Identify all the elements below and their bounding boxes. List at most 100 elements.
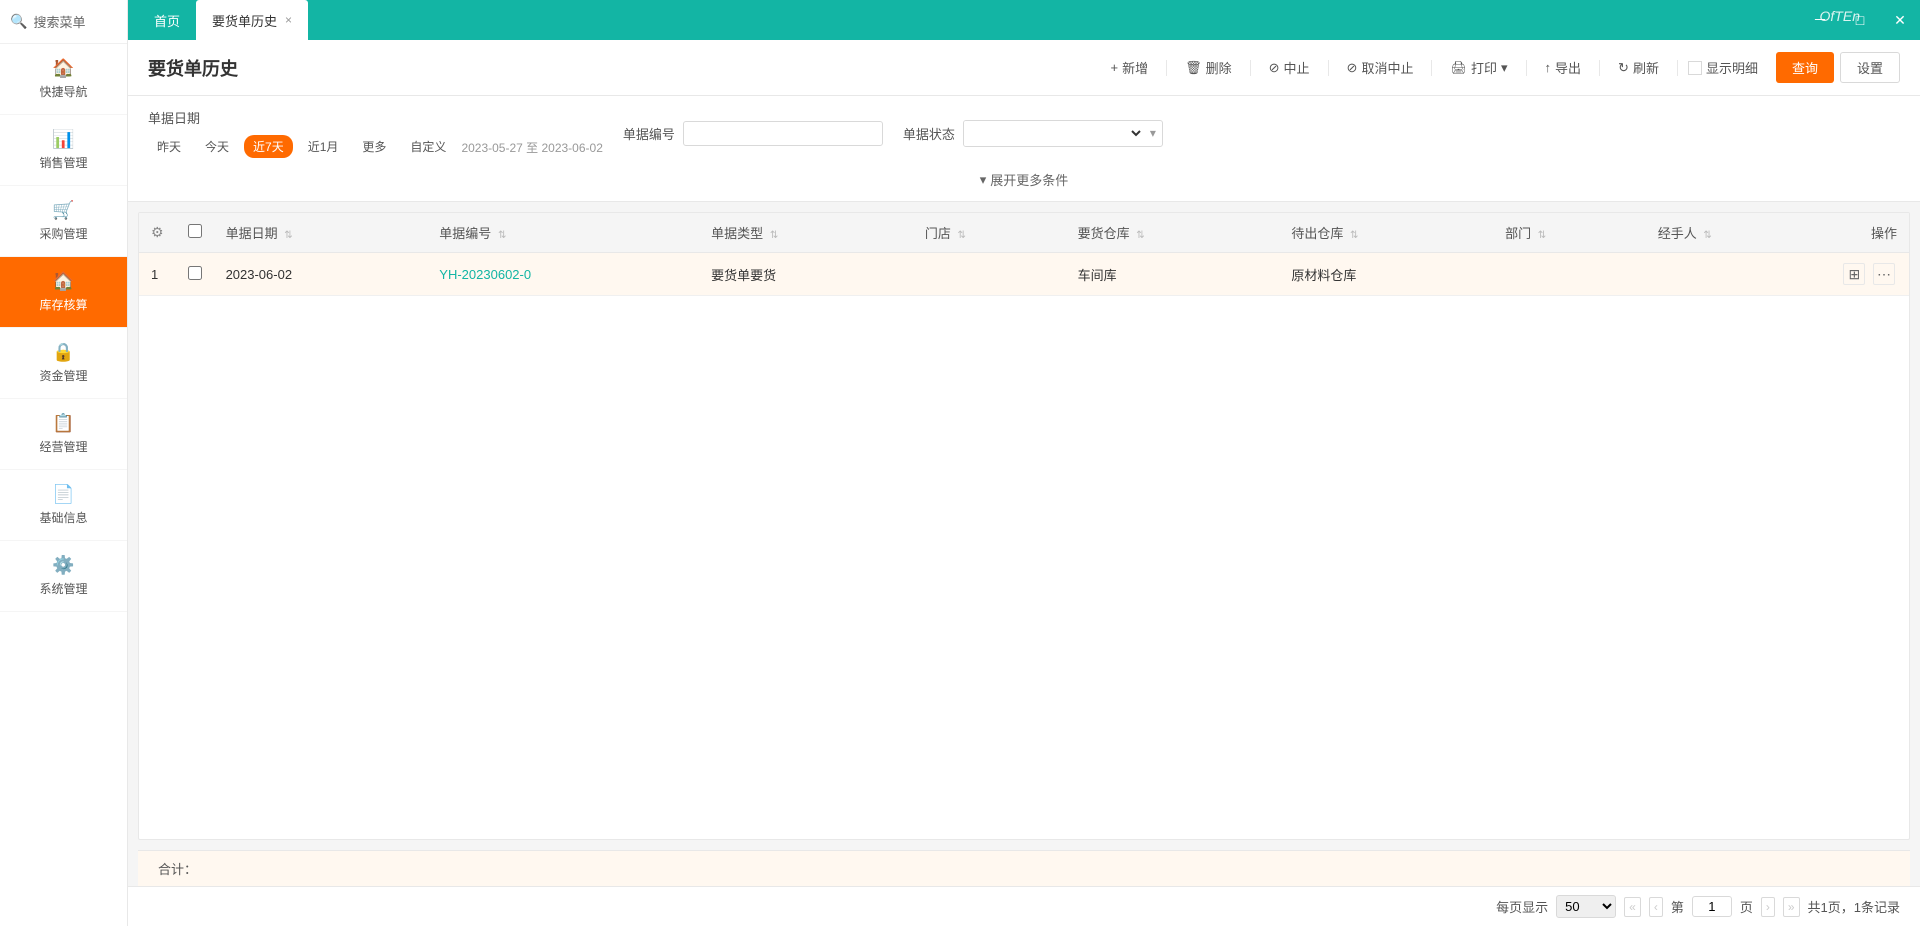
select-all-checkbox[interactable] — [188, 224, 202, 238]
settings-button[interactable]: 设置 — [1840, 52, 1900, 83]
status-filter-label: 单据状态 — [903, 124, 955, 143]
sidebar-item-base-info[interactable]: 📄 基础信息 — [0, 470, 127, 541]
sidebar-item-sales[interactable]: 📊 销售管理 — [0, 115, 127, 186]
divider2 — [1250, 60, 1251, 76]
export-button[interactable]: ↑ 导出 — [1537, 54, 1590, 81]
total-info: 共1页，1条记录 — [1808, 897, 1900, 916]
add-button[interactable]: + 新增 — [1102, 54, 1156, 81]
data-table: ⚙ 单据日期 ⇅ 单据编号 ⇅ — [139, 213, 1909, 296]
doctype-sort-icon[interactable]: ⇅ — [770, 230, 778, 241]
date-btn-more[interactable]: 更多 — [353, 135, 395, 158]
minimize-button[interactable]: － — [1800, 0, 1840, 40]
tab-label-home: 首页 — [154, 11, 180, 30]
req-warehouse-col-header: 要货仓库 ⇅ — [1066, 213, 1280, 253]
req-warehouse-sort-icon[interactable]: ⇅ — [1136, 230, 1144, 241]
last-page-button[interactable]: » — [1783, 897, 1800, 917]
window-controls: － □ ✕ — [1800, 0, 1920, 40]
pending-warehouse-col-header: 待出仓库 ⇅ — [1279, 213, 1493, 253]
row-more-button[interactable]: ⋯ — [1873, 263, 1895, 285]
store-sort-icon[interactable]: ⇅ — [958, 230, 966, 241]
date-col-header: 单据日期 ⇅ — [214, 213, 428, 253]
row-date: 2023-06-02 — [214, 253, 428, 296]
sidebar-item-operations[interactable]: 📋 经营管理 — [0, 399, 127, 470]
display-detail-checkbox[interactable] — [1688, 61, 1702, 75]
summary-label: 合计： — [158, 862, 197, 877]
row-num: 1 — [139, 253, 176, 296]
dept-col-header: 部门 ⇅ — [1493, 213, 1646, 253]
sidebar-item-inventory[interactable]: 🏠 库存核算 — [0, 257, 127, 328]
close-button[interactable]: ✕ — [1880, 0, 1920, 40]
print-button[interactable]: 🖨 打印 ▾ — [1442, 54, 1515, 81]
handler-sort-icon[interactable]: ⇅ — [1703, 230, 1711, 241]
row-handler — [1646, 253, 1829, 296]
docno-col-label: 单据编号 — [439, 226, 491, 241]
chevron-down-icon: ▾ — [1144, 126, 1162, 140]
sidebar-item-label-operations: 经营管理 — [39, 438, 87, 455]
display-detail-toggle[interactable]: 显示明细 — [1688, 58, 1758, 77]
date-range-label: 2023-05-27 至 2023-06-02 — [461, 139, 602, 156]
status-select[interactable] — [964, 121, 1144, 146]
per-page-label: 每页显示 — [1496, 897, 1548, 916]
query-button[interactable]: 查询 — [1776, 52, 1834, 83]
prev-page-button[interactable]: ‹ — [1649, 897, 1663, 917]
row-view-button[interactable]: ⊞ — [1843, 263, 1865, 285]
filter-bar: 单据日期 昨天今天近7天近1月更多自定义2023-05-27 至 2023-06… — [128, 96, 1920, 202]
settings-icon[interactable]: ⚙ — [151, 224, 164, 240]
settings-col-header: ⚙ — [139, 213, 176, 253]
delete-button[interactable]: 🗑 删除 — [1177, 54, 1240, 81]
pending-warehouse-sort-icon[interactable]: ⇅ — [1350, 230, 1358, 241]
search-icon: 🔍 — [10, 13, 27, 30]
sidebar-item-system[interactable]: ⚙️ 系统管理 — [0, 541, 127, 612]
refresh-button[interactable]: ↻ 刷新 — [1610, 54, 1667, 81]
date-btn-last_month[interactable]: 近1月 — [299, 135, 348, 158]
page-number-input[interactable] — [1692, 896, 1732, 917]
next-page-button[interactable]: › — [1761, 897, 1775, 917]
jump-suffix: 页 — [1740, 897, 1753, 916]
cancel-stop-icon: ⊘ — [1347, 60, 1358, 76]
sidebar-search[interactable]: 🔍 搜索菜单 — [0, 0, 127, 44]
per-page-select[interactable]: 50 100 — [1556, 895, 1616, 918]
table-header-row: ⚙ 单据日期 ⇅ 单据编号 ⇅ — [139, 213, 1909, 253]
sidebar-item-quick-nav[interactable]: 🏠 快捷导航 — [0, 44, 127, 115]
header-actions: + 新增 🗑 删除 ⊘ 中止 ⊘ 取消中止 — [1102, 52, 1900, 83]
quick-nav-icon: 🏠 — [52, 58, 74, 79]
date-btn-custom[interactable]: 自定义 — [401, 135, 455, 158]
stop-label: 中止 — [1284, 58, 1310, 77]
op-col-header: 操作 — [1829, 213, 1909, 253]
doc-no-input[interactable] — [683, 121, 883, 146]
docno-sort-icon[interactable]: ⇅ — [498, 230, 506, 241]
date-sort-icon[interactable]: ⇅ — [284, 230, 292, 241]
divider3 — [1328, 60, 1329, 76]
dept-sort-icon[interactable]: ⇅ — [1538, 230, 1546, 241]
sidebar-search-label: 搜索菜单 — [33, 12, 85, 31]
doc-no-label: 单据编号 — [623, 124, 675, 143]
date-btn-today[interactable]: 今天 — [196, 135, 238, 158]
row-checkbox[interactable] — [188, 266, 202, 280]
tab-close-requisition-history[interactable]: × — [285, 13, 292, 27]
sidebar-item-finance[interactable]: 🔒 资金管理 — [0, 328, 127, 399]
first-page-button[interactable]: « — [1624, 897, 1641, 917]
system-icon: ⚙️ — [52, 555, 74, 576]
row-docno-link[interactable]: YH-20230602-0 — [439, 267, 531, 282]
sidebar-item-label-purchase: 采购管理 — [39, 225, 87, 242]
refresh-icon: ↻ — [1618, 60, 1629, 76]
date-filter: 单据日期 昨天今天近7天近1月更多自定义2023-05-27 至 2023-06… — [148, 108, 603, 158]
topbar: 首页要货单历史× OfTEn － □ ✕ — [128, 0, 1920, 40]
req-warehouse-col-label: 要货仓库 — [1078, 226, 1130, 241]
cancel-stop-button[interactable]: ⊘ 取消中止 — [1339, 54, 1422, 81]
dept-col-label: 部门 — [1505, 226, 1531, 241]
tab-home[interactable]: 首页 — [138, 0, 196, 40]
handler-col-header: 经手人 ⇅ — [1646, 213, 1829, 253]
stop-button[interactable]: ⊘ 中止 — [1261, 54, 1318, 81]
row-docno: YH-20230602-0 — [427, 253, 699, 296]
tab-requisition-history[interactable]: 要货单历史× — [196, 0, 308, 40]
date-btn-yesterday[interactable]: 昨天 — [148, 135, 190, 158]
maximize-button[interactable]: □ — [1840, 0, 1880, 40]
export-label: 导出 — [1555, 58, 1581, 77]
table-footer: 合计： — [138, 850, 1910, 886]
doctype-col-label: 单据类型 — [711, 226, 763, 241]
expand-more-button[interactable]: ▾ 展开更多条件 — [148, 166, 1900, 193]
table-area: ⚙ 单据日期 ⇅ 单据编号 ⇅ — [138, 212, 1910, 840]
sidebar-item-purchase[interactable]: 🛒 采购管理 — [0, 186, 127, 257]
date-btn-last7days[interactable]: 近7天 — [244, 135, 293, 158]
